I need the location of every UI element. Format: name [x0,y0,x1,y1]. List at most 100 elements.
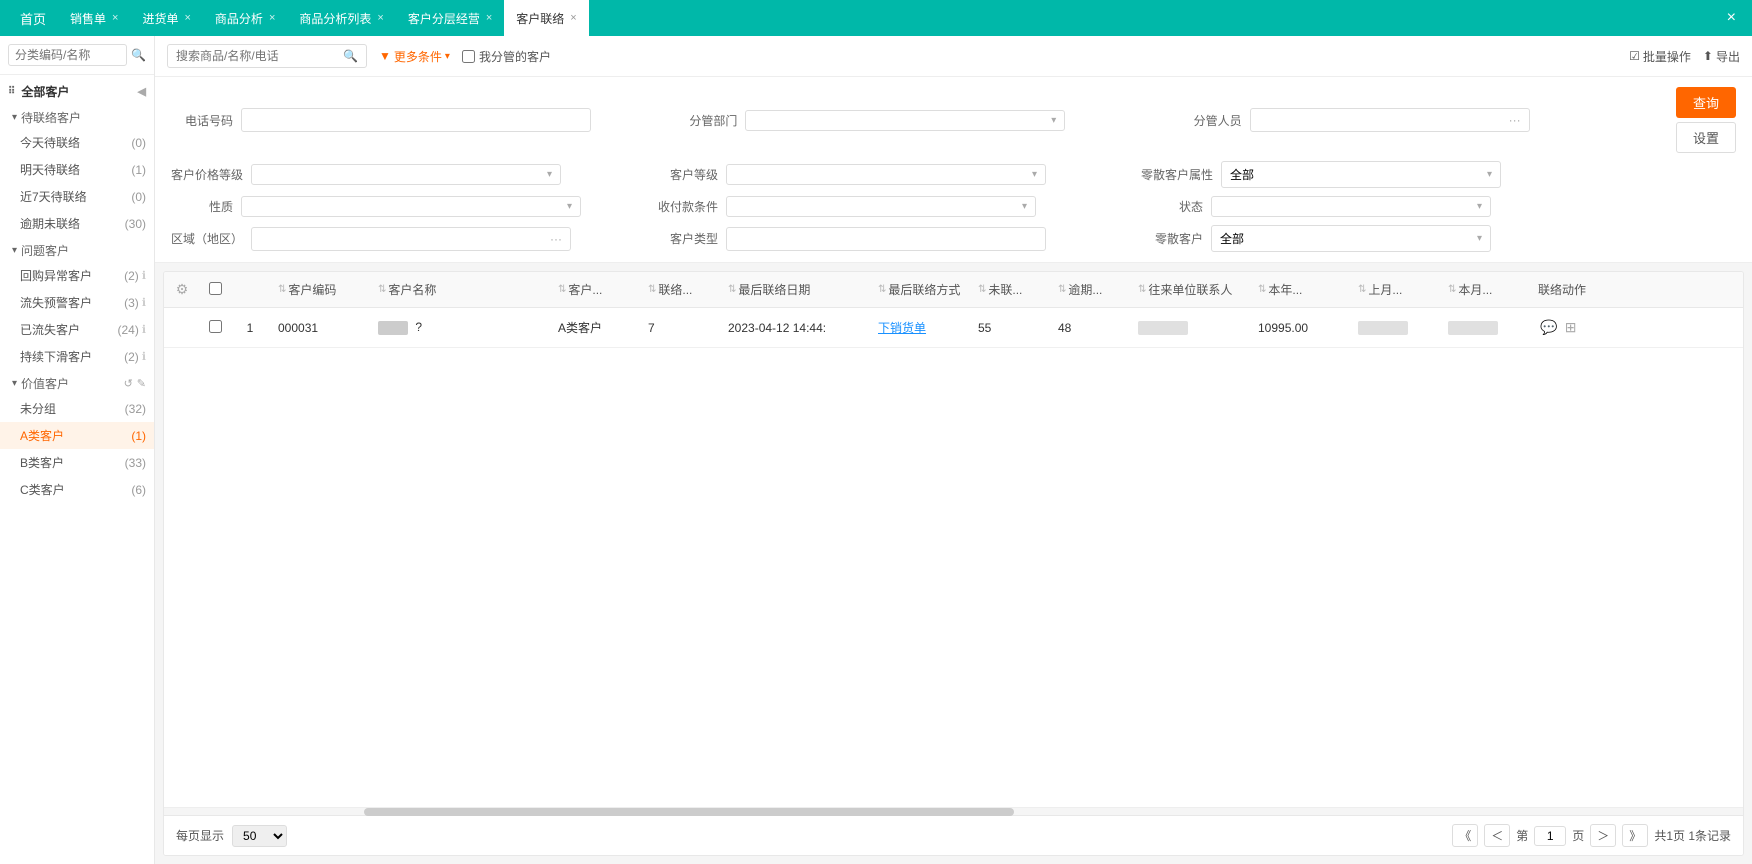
close-tab-icon[interactable]: × [377,12,383,24]
page-number-input[interactable] [1534,826,1566,846]
close-tab-icon[interactable]: × [184,12,190,24]
row-checkbox[interactable] [200,320,230,336]
table-col-name[interactable]: ⇅ 客户名称 [370,281,550,298]
nav-tab-purchase[interactable]: 进货单 × [130,0,202,36]
sort-icon: ⇅ [648,284,656,295]
close-tab-icon[interactable]: × [486,12,492,24]
person-select[interactable]: ··· [1250,108,1530,132]
first-page-button[interactable]: 《 [1452,824,1478,847]
retail-attr-select[interactable]: 全部 ▾ [1221,161,1501,188]
edit-icon[interactable]: ✎ [137,377,146,390]
sidebar-item-class-b[interactable]: B类客户 (33) [0,449,154,476]
phone-input[interactable] [241,108,591,132]
last-page-button[interactable]: 》 [1622,824,1648,847]
sort-icon: ⇅ [278,284,286,295]
table-col-action[interactable]: 联络动作 [1530,281,1610,298]
grid-icon: ⠿ [8,86,15,97]
row-checkbox-input[interactable] [209,320,222,333]
table-col-last-date[interactable]: ⇅ 最后联络日期 [720,281,870,298]
table-col-history-contact[interactable]: ⇅ 往来单位联系人 [1130,281,1250,298]
retail-select[interactable]: 全部 ▾ [1211,225,1491,252]
next-page-button[interactable]: ＞ [1590,824,1616,847]
sidebar-item-churned[interactable]: 已流失客户 (24) ℹ [0,316,154,343]
sidebar-item-7day-pending[interactable]: 近7天待联络 (0) [0,183,154,210]
sidebar-search-icon[interactable]: 🔍 [131,48,146,62]
sidebar-item-class-c[interactable]: C类客户 (6) [0,476,154,503]
table-col-contact[interactable]: ⇅ 联络... [640,281,720,298]
nav-tab-sales[interactable]: 销售单 × [58,0,130,36]
close-tab-active-icon[interactable]: × [570,12,576,24]
sidebar-all-customers-header[interactable]: ⠿ 全部客户 ◀ [0,75,154,104]
sidebar-group-value[interactable]: ▾ 价值客户 ↺ ✎ [0,370,154,395]
query-button[interactable]: 查询 [1676,87,1736,118]
close-tab-icon[interactable]: × [112,12,118,24]
table-col-type[interactable]: ⇅ 客户... [550,281,640,298]
row-last-date: 2023-04-12 14:44: [720,321,870,335]
sidebar-item-overdue-pending[interactable]: 逾期未联络 (30) [0,210,154,237]
my-customers-checkbox-input[interactable] [462,50,475,63]
name-blur-placeholder [378,321,408,335]
table-col-this-year[interactable]: ⇅ 本年... [1250,281,1350,298]
check-all-checkbox[interactable] [209,282,222,295]
row-this-year: 10995.00 [1250,321,1350,335]
region-select[interactable]: ··· [251,227,571,251]
more-filters-button[interactable]: ▼ 更多条件 ▾ [379,48,450,65]
table-col-code[interactable]: ⇅ 客户编码 [270,281,370,298]
dept-select[interactable]: ▾ [745,110,1065,131]
customer-type-input[interactable] [726,227,1046,251]
setting-button[interactable]: 设置 [1676,122,1736,153]
refresh-icon[interactable]: ↺ [124,377,133,390]
customer-level-select[interactable]: ▾ [726,164,1046,185]
sidebar-item-abnormal-repurchase[interactable]: 回购异常客户 (2) ℹ [0,262,154,289]
sidebar-group-problem[interactable]: ▾ 问题客户 [0,237,154,262]
payment-select[interactable]: ▾ [726,196,1036,217]
filter-search-icon[interactable]: 🔍 [343,49,358,63]
nav-tab-analysis[interactable]: 商品分析 × [203,0,287,36]
export-button[interactable]: ⬆ 导出 [1703,48,1740,65]
sidebar-item-tomorrow-pending[interactable]: 明天待联络 (1) [0,156,154,183]
sidebar-item-declining[interactable]: 持续下滑客户 (2) ℹ [0,343,154,370]
last-method-link[interactable]: 下销货单 [878,321,926,335]
horizontal-scrollbar[interactable] [164,807,1743,815]
close-tab-icon[interactable]: × [269,12,275,24]
nature-select[interactable]: ▾ [241,196,581,217]
filter-search-input[interactable] [176,49,343,63]
prev-page-button[interactable]: ＜ [1484,824,1510,847]
table-col-this-month[interactable]: ⇅ 本月... [1440,281,1530,298]
row-type: A类客户 [550,319,640,336]
last-month-blur [1358,321,1408,335]
sidebar-item-class-a[interactable]: A类客户 (1) [0,422,154,449]
sidebar-search-input[interactable] [8,44,127,66]
price-level-select[interactable]: ▾ [251,164,561,185]
advanced-filter-panel: 电话号码 分管部门 ▾ 分管人员 ··· [155,77,1752,263]
nav-tab-analysis-list[interactable]: 商品分析列表 × [287,0,395,36]
table-col-uncontact[interactable]: ⇅ 未联... [970,281,1050,298]
nav-home[interactable]: 首页 [8,0,58,36]
filter-nature: 性质 ▾ [171,196,636,217]
sidebar-item-churn-warning[interactable]: 流失预警客户 (3) ℹ [0,289,154,316]
table-col-last-method[interactable]: ⇅ 最后联络方式 [870,281,970,298]
nav-tab-customer-contact[interactable]: 客户联络 × [504,0,588,36]
sidebar-item-today-pending[interactable]: 今天待联络 (0) [0,129,154,156]
table-col-last-month[interactable]: ⇅ 上月... [1350,281,1440,298]
region-select-dots-icon: ··· [550,232,562,246]
row-last-method[interactable]: 下销货单 [870,319,970,336]
chat-action-icon[interactable]: 💬 [1540,319,1557,335]
row-code: 000031 [270,321,370,335]
status-select[interactable]: ▾ [1211,196,1491,217]
table-col-check-all[interactable] [200,282,230,298]
info-icon: ℹ [142,296,146,309]
batch-operation-button[interactable]: ☑ 批量操作 [1629,48,1691,65]
chevron-down-icon: ▾ [445,51,450,62]
table-col-settings[interactable]: ⚙ [164,281,200,298]
qr-action-icon[interactable]: ⊞ [1565,319,1577,335]
settings-gear-icon[interactable]: ⚙ [176,281,189,297]
table-col-overdue[interactable]: ⇅ 逾期... [1050,281,1130,298]
scrollbar-thumb[interactable] [364,808,1014,816]
window-close-button[interactable]: × [1719,9,1744,27]
sidebar-group-pending[interactable]: ▾ 待联络客户 [0,104,154,129]
nav-tab-customer-segment[interactable]: 客户分层经营 × [396,0,504,36]
sidebar-item-ungrouped[interactable]: 未分组 (32) [0,395,154,422]
page-size-select[interactable]: 50 100 200 [232,825,287,847]
sidebar-collapse-icon[interactable]: ◀ [138,85,146,98]
